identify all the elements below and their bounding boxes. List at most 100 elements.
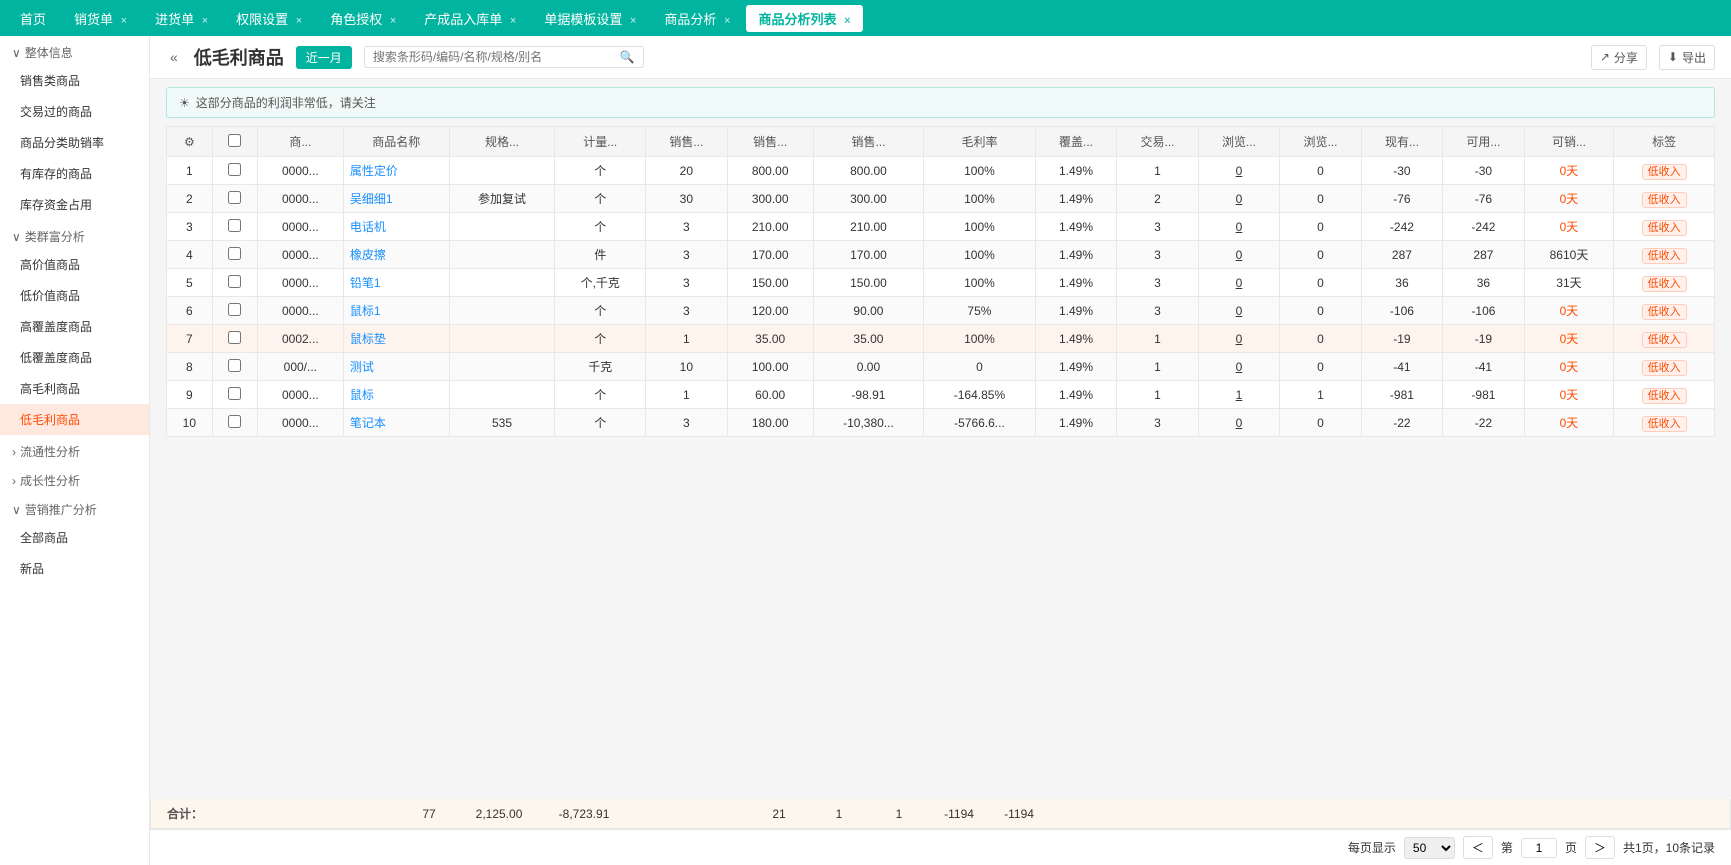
row-checkbox[interactable] — [212, 381, 257, 409]
nav-product-analysis[interactable]: 商品分析 × — [652, 5, 742, 32]
row-checkbox[interactable] — [212, 213, 257, 241]
browse1-link[interactable]: 0 — [1236, 332, 1243, 346]
row-select-checkbox[interactable] — [228, 247, 241, 260]
sidebar-group-growth[interactable]: › 成长性分析 — [0, 464, 149, 493]
sidebar-item-low-value[interactable]: 低价值商品 — [0, 280, 149, 311]
row-browse1[interactable]: 0 — [1198, 241, 1279, 269]
prev-page-button[interactable]: ＜ — [1463, 836, 1493, 859]
row-select-checkbox[interactable] — [228, 331, 241, 344]
row-name[interactable]: 测试 — [343, 353, 449, 381]
row-browse1[interactable]: 1 — [1198, 381, 1279, 409]
row-browse1[interactable]: 0 — [1198, 409, 1279, 437]
browse1-link[interactable]: 0 — [1236, 416, 1243, 430]
browse1-link[interactable]: 0 — [1236, 164, 1243, 178]
col-stock-avail[interactable]: 可用... — [1443, 127, 1524, 157]
row-checkbox[interactable] — [212, 353, 257, 381]
nav-product-instock[interactable]: 产成品入库单 × — [412, 5, 528, 32]
col-name[interactable]: 商品名称 — [343, 127, 449, 157]
col-trade[interactable]: 交易... — [1117, 127, 1198, 157]
sidebar-item-sales-products[interactable]: 销售类商品 — [0, 65, 149, 96]
date-filter-button[interactable]: 近一月 — [296, 46, 352, 69]
row-checkbox[interactable] — [212, 325, 257, 353]
browse1-link[interactable]: 0 — [1236, 248, 1243, 262]
sidebar-item-all-products[interactable]: 全部商品 — [0, 522, 149, 553]
row-select-checkbox[interactable] — [228, 387, 241, 400]
close-icon[interactable]: × — [844, 15, 850, 27]
close-icon[interactable]: × — [724, 15, 730, 27]
browse1-link[interactable]: 0 — [1236, 276, 1243, 290]
sidebar-group-cluster[interactable]: ∨ 类群富分析 — [0, 220, 149, 249]
col-sales-profit[interactable]: 销售... — [813, 127, 923, 157]
row-select-checkbox[interactable] — [228, 415, 241, 428]
sidebar-item-stock-capital[interactable]: 库存资金占用 — [0, 189, 149, 220]
search-icon[interactable]: 🔍 — [620, 50, 635, 64]
row-checkbox[interactable] — [212, 269, 257, 297]
row-browse1[interactable]: 0 — [1198, 157, 1279, 185]
row-browse1[interactable]: 0 — [1198, 213, 1279, 241]
browse1-link[interactable]: 0 — [1236, 192, 1243, 206]
nav-home[interactable]: 首页 — [8, 5, 58, 32]
sidebar-item-new-products[interactable]: 新品 — [0, 553, 149, 584]
page-number-input[interactable] — [1521, 838, 1557, 858]
col-code[interactable]: 商... — [257, 127, 343, 157]
row-name[interactable]: 笔记本 — [343, 409, 449, 437]
per-page-select[interactable]: 50 100 200 — [1404, 837, 1455, 859]
share-button[interactable]: ↗ 分享 — [1591, 45, 1647, 70]
row-browse1[interactable]: 0 — [1198, 325, 1279, 353]
row-name[interactable]: 鼠标垫 — [343, 325, 449, 353]
browse1-link[interactable]: 1 — [1236, 388, 1243, 402]
col-unit[interactable]: 计量... — [555, 127, 646, 157]
row-name[interactable]: 吴细细1 — [343, 185, 449, 213]
nav-sales[interactable]: 销货单 × — [62, 5, 139, 32]
col-tag[interactable]: 标签 — [1614, 127, 1715, 157]
nav-analysis-list[interactable]: 商品分析列表 × — [746, 5, 862, 32]
close-icon[interactable]: × — [296, 15, 302, 27]
close-icon[interactable]: × — [630, 15, 636, 27]
nav-template-settings[interactable]: 单据模板设置 × — [532, 5, 648, 32]
row-select-checkbox[interactable] — [228, 191, 241, 204]
row-name[interactable]: 铅笔1 — [343, 269, 449, 297]
col-stock-now[interactable]: 现有... — [1361, 127, 1442, 157]
row-browse1[interactable]: 0 — [1198, 269, 1279, 297]
close-icon[interactable]: × — [510, 15, 516, 27]
col-checkbox[interactable] — [212, 127, 257, 157]
row-checkbox[interactable] — [212, 157, 257, 185]
row-name[interactable]: 属性定价 — [343, 157, 449, 185]
export-button[interactable]: ⬇ 导出 — [1659, 45, 1715, 70]
col-profit-pct[interactable]: 毛利率 — [924, 127, 1036, 157]
col-coverage[interactable]: 覆盖... — [1035, 127, 1117, 157]
col-settings[interactable]: ⚙ — [167, 127, 213, 157]
sidebar-item-category-rate[interactable]: 商品分类助销率 — [0, 127, 149, 158]
nav-permissions[interactable]: 权限设置 × — [224, 5, 314, 32]
browse1-link[interactable]: 0 — [1236, 220, 1243, 234]
nav-role-auth[interactable]: 角色授权 × — [318, 5, 408, 32]
close-icon[interactable]: × — [202, 15, 208, 27]
sidebar-item-high-value[interactable]: 高价值商品 — [0, 249, 149, 280]
col-spec[interactable]: 规格... — [449, 127, 555, 157]
row-checkbox[interactable] — [212, 297, 257, 325]
sidebar-item-traded-products[interactable]: 交易过的商品 — [0, 96, 149, 127]
sidebar-item-high-coverage[interactable]: 高覆盖度商品 — [0, 311, 149, 342]
row-name[interactable]: 鼠标1 — [343, 297, 449, 325]
browse1-link[interactable]: 0 — [1236, 304, 1243, 318]
row-name[interactable]: 橡皮擦 — [343, 241, 449, 269]
col-sales-price[interactable]: 销售... — [727, 127, 813, 157]
row-select-checkbox[interactable] — [228, 303, 241, 316]
row-select-checkbox[interactable] — [228, 163, 241, 176]
row-checkbox[interactable] — [212, 241, 257, 269]
row-checkbox[interactable] — [212, 185, 257, 213]
browse1-link[interactable]: 0 — [1236, 360, 1243, 374]
col-sales-qty[interactable]: 销售... — [646, 127, 727, 157]
row-checkbox[interactable] — [212, 409, 257, 437]
sidebar-item-with-stock[interactable]: 有库存的商品 — [0, 158, 149, 189]
col-browse1[interactable]: 浏览... — [1198, 127, 1279, 157]
row-select-checkbox[interactable] — [228, 359, 241, 372]
close-icon[interactable]: × — [121, 15, 127, 27]
sidebar-item-high-profit[interactable]: 高毛利商品 — [0, 373, 149, 404]
row-name[interactable]: 鼠标 — [343, 381, 449, 409]
row-browse1[interactable]: 0 — [1198, 297, 1279, 325]
row-browse1[interactable]: 0 — [1198, 185, 1279, 213]
search-input[interactable] — [373, 50, 620, 64]
sidebar-group-circulation[interactable]: › 流通性分析 — [0, 435, 149, 464]
next-page-button[interactable]: ＞ — [1585, 836, 1615, 859]
